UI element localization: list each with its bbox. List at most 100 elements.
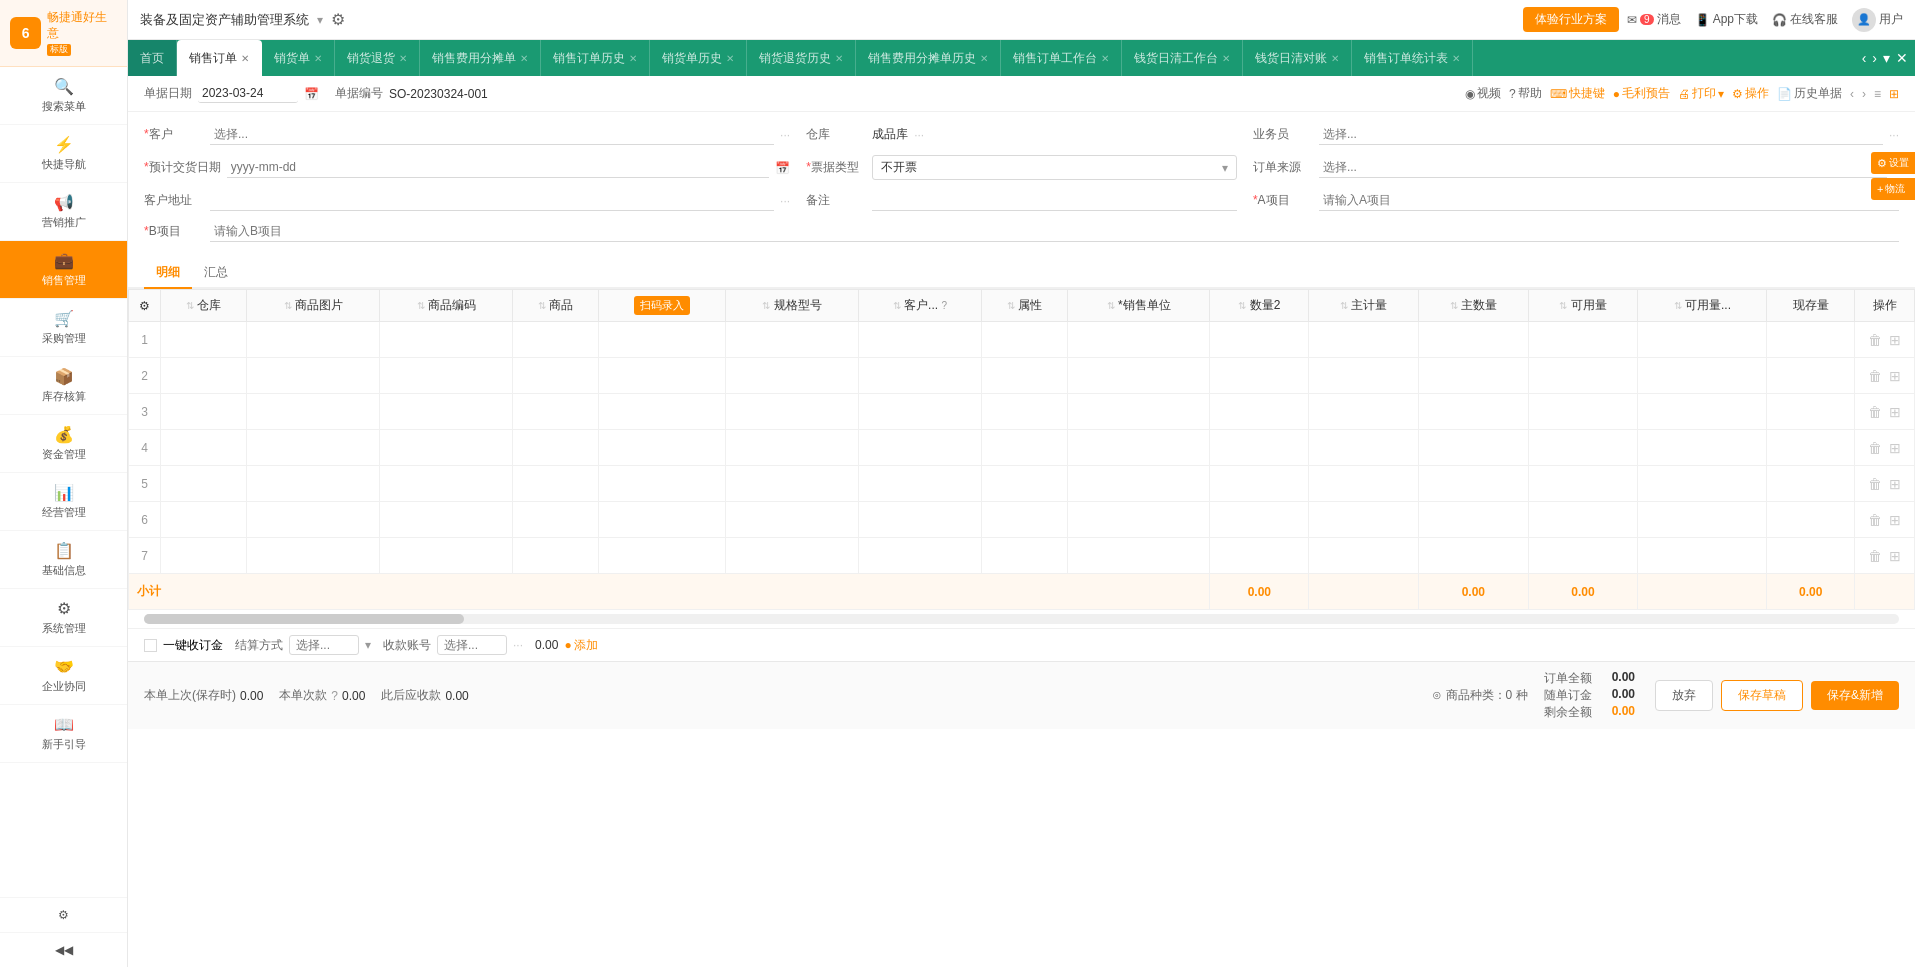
tab-stats[interactable]: 销售订单统计表 ✕ xyxy=(1352,40,1473,76)
cell-attribute[interactable] xyxy=(981,466,1067,502)
cell-unit[interactable] xyxy=(1068,466,1210,502)
cell-scan[interactable] xyxy=(599,502,725,538)
scrollbar-thumb[interactable] xyxy=(144,614,464,624)
cell-image[interactable] xyxy=(247,322,380,358)
cell-stock[interactable] xyxy=(1767,466,1855,502)
tab-close-icon[interactable]: ✕ xyxy=(520,53,528,64)
cell-available2[interactable] xyxy=(1638,538,1767,574)
tab-close-icon[interactable]: ✕ xyxy=(314,53,322,64)
cell-main-measure[interactable] xyxy=(1309,502,1419,538)
nav-prev-icon[interactable]: ‹ xyxy=(1850,87,1854,101)
cell-warehouse[interactable] xyxy=(161,430,247,466)
sidebar-item-sales[interactable]: 💼 销售管理 xyxy=(0,241,127,299)
sidebar-item-cooperation[interactable]: 🤝 企业协同 xyxy=(0,647,127,705)
address-more-icon[interactable]: ··· xyxy=(780,194,790,208)
tab-close-icon[interactable]: ✕ xyxy=(1222,53,1230,64)
cell-warehouse[interactable] xyxy=(161,358,247,394)
cell-warehouse[interactable] xyxy=(161,538,247,574)
help-action[interactable]: ? 帮助 xyxy=(1509,85,1542,102)
cell-stock[interactable] xyxy=(1767,358,1855,394)
cell-product[interactable] xyxy=(513,466,599,502)
video-action[interactable]: ◉ 视频 xyxy=(1465,85,1501,102)
copy-row-icon[interactable]: ⊞ xyxy=(1889,512,1901,528)
remark-input[interactable] xyxy=(872,190,1237,211)
tab-expense-history[interactable]: 销售费用分摊单历史 ✕ xyxy=(856,40,1001,76)
cell-sku-code[interactable] xyxy=(380,502,513,538)
cell-attribute[interactable] xyxy=(981,358,1067,394)
cell-qty2[interactable] xyxy=(1210,538,1309,574)
nav-next-icon[interactable]: › xyxy=(1862,87,1866,101)
tab-close-icon[interactable]: ✕ xyxy=(1331,53,1339,64)
save-new-btn[interactable]: 保存&新增 xyxy=(1811,681,1899,710)
cell-spec[interactable] xyxy=(725,358,858,394)
tab-sales-order[interactable]: 销售订单 ✕ xyxy=(177,40,262,76)
cell-main-measure[interactable] xyxy=(1309,322,1419,358)
delete-row-icon[interactable]: 🗑 xyxy=(1868,440,1882,456)
cell-attribute[interactable] xyxy=(981,430,1067,466)
delete-row-icon[interactable]: 🗑 xyxy=(1868,476,1882,492)
sidebar-item-quick[interactable]: ⚡ 快捷导航 xyxy=(0,125,127,183)
calendar-icon[interactable]: 📅 xyxy=(304,87,319,101)
sidebar-item-search[interactable]: 🔍 搜索菜单 xyxy=(0,67,127,125)
cell-main-measure[interactable] xyxy=(1309,394,1419,430)
cell-spec[interactable] xyxy=(725,538,858,574)
cell-attribute[interactable] xyxy=(981,502,1067,538)
user-btn[interactable]: 👤 用户 xyxy=(1852,8,1903,32)
cell-available[interactable] xyxy=(1528,322,1638,358)
sidebar-item-inventory[interactable]: 📦 库存核算 xyxy=(0,357,127,415)
cell-main-qty[interactable] xyxy=(1419,322,1529,358)
cell-available2[interactable] xyxy=(1638,430,1767,466)
cell-attribute[interactable] xyxy=(981,394,1067,430)
cell-scan[interactable] xyxy=(599,538,725,574)
cell-warehouse[interactable] xyxy=(161,466,247,502)
sidebar-settings-btn[interactable]: ⚙ xyxy=(0,897,127,932)
tab-sales-history[interactable]: 销售订单历史 ✕ xyxy=(541,40,650,76)
cell-image[interactable] xyxy=(247,466,380,502)
order-source-input[interactable] xyxy=(1319,157,1887,178)
cell-sku-code[interactable] xyxy=(380,466,513,502)
cell-image[interactable] xyxy=(247,502,380,538)
cell-spec[interactable] xyxy=(725,322,858,358)
save-draft-btn[interactable]: 保存草稿 xyxy=(1721,680,1803,711)
cell-spec[interactable] xyxy=(725,394,858,430)
tab-close-icon[interactable]: ✕ xyxy=(241,53,249,64)
cell-available[interactable] xyxy=(1528,358,1638,394)
tab-close-icon[interactable]: ✕ xyxy=(835,53,843,64)
tab-close-icon[interactable]: ✕ xyxy=(726,53,734,64)
cell-customer[interactable] xyxy=(858,430,981,466)
cell-product[interactable] xyxy=(513,502,599,538)
tab-sales-return[interactable]: 销货退货 ✕ xyxy=(335,40,420,76)
cell-product[interactable] xyxy=(513,358,599,394)
sidebar-collapse-btn[interactable]: ◀◀ xyxy=(0,932,127,967)
cell-spec[interactable] xyxy=(725,430,858,466)
cell-main-qty[interactable] xyxy=(1419,466,1529,502)
cell-customer[interactable] xyxy=(858,466,981,502)
cell-spec[interactable] xyxy=(725,466,858,502)
cell-available2[interactable] xyxy=(1638,322,1767,358)
cell-scan[interactable] xyxy=(599,466,725,502)
profit-action[interactable]: ● 毛利预告 xyxy=(1613,85,1670,102)
settlement-input[interactable] xyxy=(289,635,359,655)
cell-scan[interactable] xyxy=(599,394,725,430)
copy-row-icon[interactable]: ⊞ xyxy=(1889,368,1901,384)
cell-unit[interactable] xyxy=(1068,538,1210,574)
cell-available2[interactable] xyxy=(1638,502,1767,538)
cell-stock[interactable] xyxy=(1767,430,1855,466)
tab-close-icon[interactable]: ✕ xyxy=(1101,53,1109,64)
cell-unit[interactable] xyxy=(1068,358,1210,394)
cell-available2[interactable] xyxy=(1638,394,1767,430)
cell-available[interactable] xyxy=(1528,394,1638,430)
tab-daily-clear[interactable]: 钱货日清工作台 ✕ xyxy=(1122,40,1243,76)
settings-panel-btn[interactable]: ⚙ 设置 xyxy=(1871,152,1915,174)
tab-prev-icon[interactable]: ‹ xyxy=(1859,50,1870,66)
cell-main-measure[interactable] xyxy=(1309,466,1419,502)
cell-unit[interactable] xyxy=(1068,502,1210,538)
cell-customer[interactable] xyxy=(858,394,981,430)
cell-attribute[interactable] xyxy=(981,322,1067,358)
cell-sku-code[interactable] xyxy=(380,358,513,394)
cell-qty2[interactable] xyxy=(1210,430,1309,466)
cell-stock[interactable] xyxy=(1767,394,1855,430)
delete-row-icon[interactable]: 🗑 xyxy=(1868,368,1882,384)
tab-home[interactable]: 首页 xyxy=(128,40,177,76)
cell-available2[interactable] xyxy=(1638,358,1767,394)
